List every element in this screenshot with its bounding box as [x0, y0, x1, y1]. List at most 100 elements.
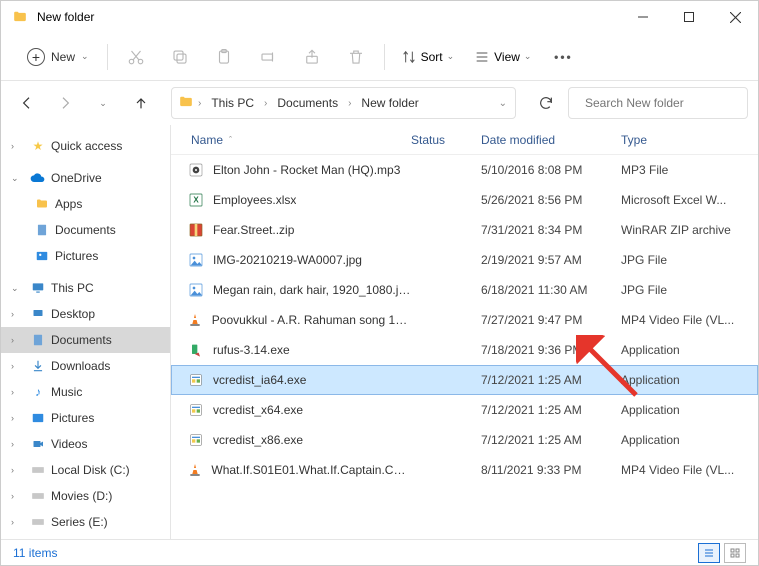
- music-icon: ♪: [29, 385, 47, 399]
- file-icon: [187, 461, 203, 479]
- search-box[interactable]: [568, 87, 748, 119]
- file-row[interactable]: Poovukkul - A.R. Rahuman song 1080...7/2…: [171, 305, 758, 335]
- sidebar-onedrive[interactable]: ⌄OneDrive: [1, 165, 170, 191]
- sidebar-videos[interactable]: ›Videos: [1, 431, 170, 457]
- minimize-button[interactable]: [620, 2, 666, 32]
- disk-icon: [29, 516, 47, 528]
- sidebar-series-e[interactable]: ›Series (E:): [1, 509, 170, 535]
- document-icon: [29, 333, 47, 347]
- rename-icon[interactable]: [248, 39, 288, 75]
- up-button[interactable]: [125, 87, 157, 119]
- search-input[interactable]: [583, 95, 742, 111]
- view-button[interactable]: View ⌄: [466, 45, 539, 69]
- file-icon: [187, 161, 205, 179]
- breadcrumb[interactable]: › This PC › Documents › New folder ⌄: [171, 87, 516, 119]
- file-date: 7/27/2021 9:47 PM: [481, 313, 621, 327]
- column-type[interactable]: Type: [621, 133, 758, 147]
- folder-icon: [178, 95, 194, 112]
- sidebar-documents[interactable]: ›Documents: [1, 327, 170, 353]
- paste-icon[interactable]: [204, 39, 244, 75]
- file-icon: [187, 371, 205, 389]
- file-name: Employees.xlsx: [213, 193, 296, 207]
- file-row[interactable]: vcredist_ia64.exe7/12/2021 1:25 AMApplic…: [171, 365, 758, 395]
- file-type: JPG File: [621, 283, 758, 297]
- delete-icon[interactable]: [336, 39, 376, 75]
- column-headers: Nameˆ Status Date modified Type: [171, 125, 758, 155]
- back-button[interactable]: [11, 87, 43, 119]
- breadcrumb-item[interactable]: This PC: [205, 94, 260, 112]
- sidebar-downloads[interactable]: ›Downloads: [1, 353, 170, 379]
- svg-text:X: X: [193, 196, 199, 205]
- file-icon: [187, 251, 205, 269]
- sidebar-music[interactable]: ›♪Music: [1, 379, 170, 405]
- details-view-toggle[interactable]: [698, 543, 720, 563]
- file-row[interactable]: Elton John - Rocket Man (HQ).mp35/10/201…: [171, 155, 758, 185]
- file-row[interactable]: Megan rain, dark hair, 1920_1080.jpg6/18…: [171, 275, 758, 305]
- file-row[interactable]: IMG-20210219-WA0007.jpg 2/19/2021 9:57 AM…: [171, 245, 758, 275]
- file-row[interactable]: XEmployees.xlsx5/26/2021 8:56 PMMicrosof…: [171, 185, 758, 215]
- more-button[interactable]: •••: [543, 39, 583, 75]
- sort-label: Sort: [421, 50, 443, 64]
- titlebar: New folder: [1, 1, 758, 33]
- chevron-down-icon: ⌄: [447, 51, 455, 62]
- file-row[interactable]: rufus-3.14.exe7/18/2021 9:36 PMApplicati…: [171, 335, 758, 365]
- sort-button[interactable]: Sort ⌄: [393, 45, 463, 69]
- file-date: 6/18/2021 11:30 AM: [481, 283, 621, 297]
- picture-icon: [29, 411, 47, 425]
- chevron-down-icon[interactable]: ⌄: [497, 98, 509, 109]
- maximize-button[interactable]: [666, 2, 712, 32]
- sidebar-desktop[interactable]: ›Desktop: [1, 301, 170, 327]
- file-icon: [187, 401, 205, 419]
- file-type: Application: [621, 373, 758, 387]
- file-row[interactable]: What.If.S01E01.What.If.Captain.Carter...…: [171, 455, 758, 485]
- column-date[interactable]: Date modified: [481, 133, 621, 147]
- file-date: 2/19/2021 9:57 AM: [481, 253, 621, 267]
- file-row[interactable]: Fear.Street..zip7/31/2021 8:34 PMWinRAR …: [171, 215, 758, 245]
- file-row[interactable]: vcredist_x64.exe7/12/2021 1:25 AMApplica…: [171, 395, 758, 425]
- file-type: Application: [621, 433, 758, 447]
- column-status[interactable]: Status: [411, 133, 481, 147]
- new-button[interactable]: + New ⌄: [17, 42, 99, 72]
- breadcrumb-item[interactable]: Documents: [271, 94, 344, 112]
- sidebar: ›★Quick access ⌄OneDrive Apps Documents …: [1, 125, 171, 539]
- monitor-icon: [29, 281, 47, 295]
- close-button[interactable]: [712, 2, 758, 32]
- desktop-icon: [29, 308, 47, 320]
- column-name[interactable]: Nameˆ: [171, 133, 411, 147]
- sidebar-this-pc[interactable]: ⌄This PC: [1, 275, 170, 301]
- cut-icon[interactable]: [116, 39, 156, 75]
- chevron-right-icon: ›: [196, 98, 203, 109]
- cloud-icon: [29, 172, 47, 184]
- refresh-button[interactable]: [530, 87, 562, 119]
- file-row[interactable]: vcredist_x86.exe7/12/2021 1:25 AMApplica…: [171, 425, 758, 455]
- file-date: 7/18/2021 9:36 PM: [481, 343, 621, 357]
- chevron-right-icon: ›: [262, 98, 269, 109]
- sidebar-quick-access[interactable]: ›★Quick access: [1, 133, 170, 159]
- file-type: JPG File: [621, 253, 758, 267]
- file-date: 7/12/2021 1:25 AM: [481, 373, 621, 387]
- new-label: New: [51, 50, 75, 64]
- folder-icon: [33, 198, 51, 210]
- sidebar-movies-d[interactable]: ›Movies (D:): [1, 483, 170, 509]
- sidebar-pictures[interactable]: ›Pictures: [1, 405, 170, 431]
- file-name: IMG-20210219-WA0007.jpg: [213, 253, 362, 267]
- forward-button[interactable]: [49, 87, 81, 119]
- file-type: Application: [621, 343, 758, 357]
- recent-button[interactable]: ⌄: [87, 87, 119, 119]
- sidebar-onedrive-documents[interactable]: Documents: [1, 217, 170, 243]
- file-type: MP4 Video File (VL...: [621, 313, 758, 327]
- file-type: Application: [621, 403, 758, 417]
- icons-view-toggle[interactable]: [724, 543, 746, 563]
- video-icon: [29, 438, 47, 450]
- copy-icon[interactable]: [160, 39, 200, 75]
- document-icon: [33, 223, 51, 237]
- sidebar-onedrive-apps[interactable]: Apps: [1, 191, 170, 217]
- separator: [107, 44, 108, 70]
- breadcrumb-item[interactable]: New folder: [355, 94, 424, 112]
- window-title: New folder: [37, 10, 620, 24]
- share-icon[interactable]: [292, 39, 332, 75]
- sidebar-local-disk-c[interactable]: ›Local Disk (C:): [1, 457, 170, 483]
- sidebar-onedrive-pictures[interactable]: Pictures: [1, 243, 170, 269]
- status-bar: 11 items: [1, 539, 758, 565]
- star-icon: ★: [29, 139, 47, 153]
